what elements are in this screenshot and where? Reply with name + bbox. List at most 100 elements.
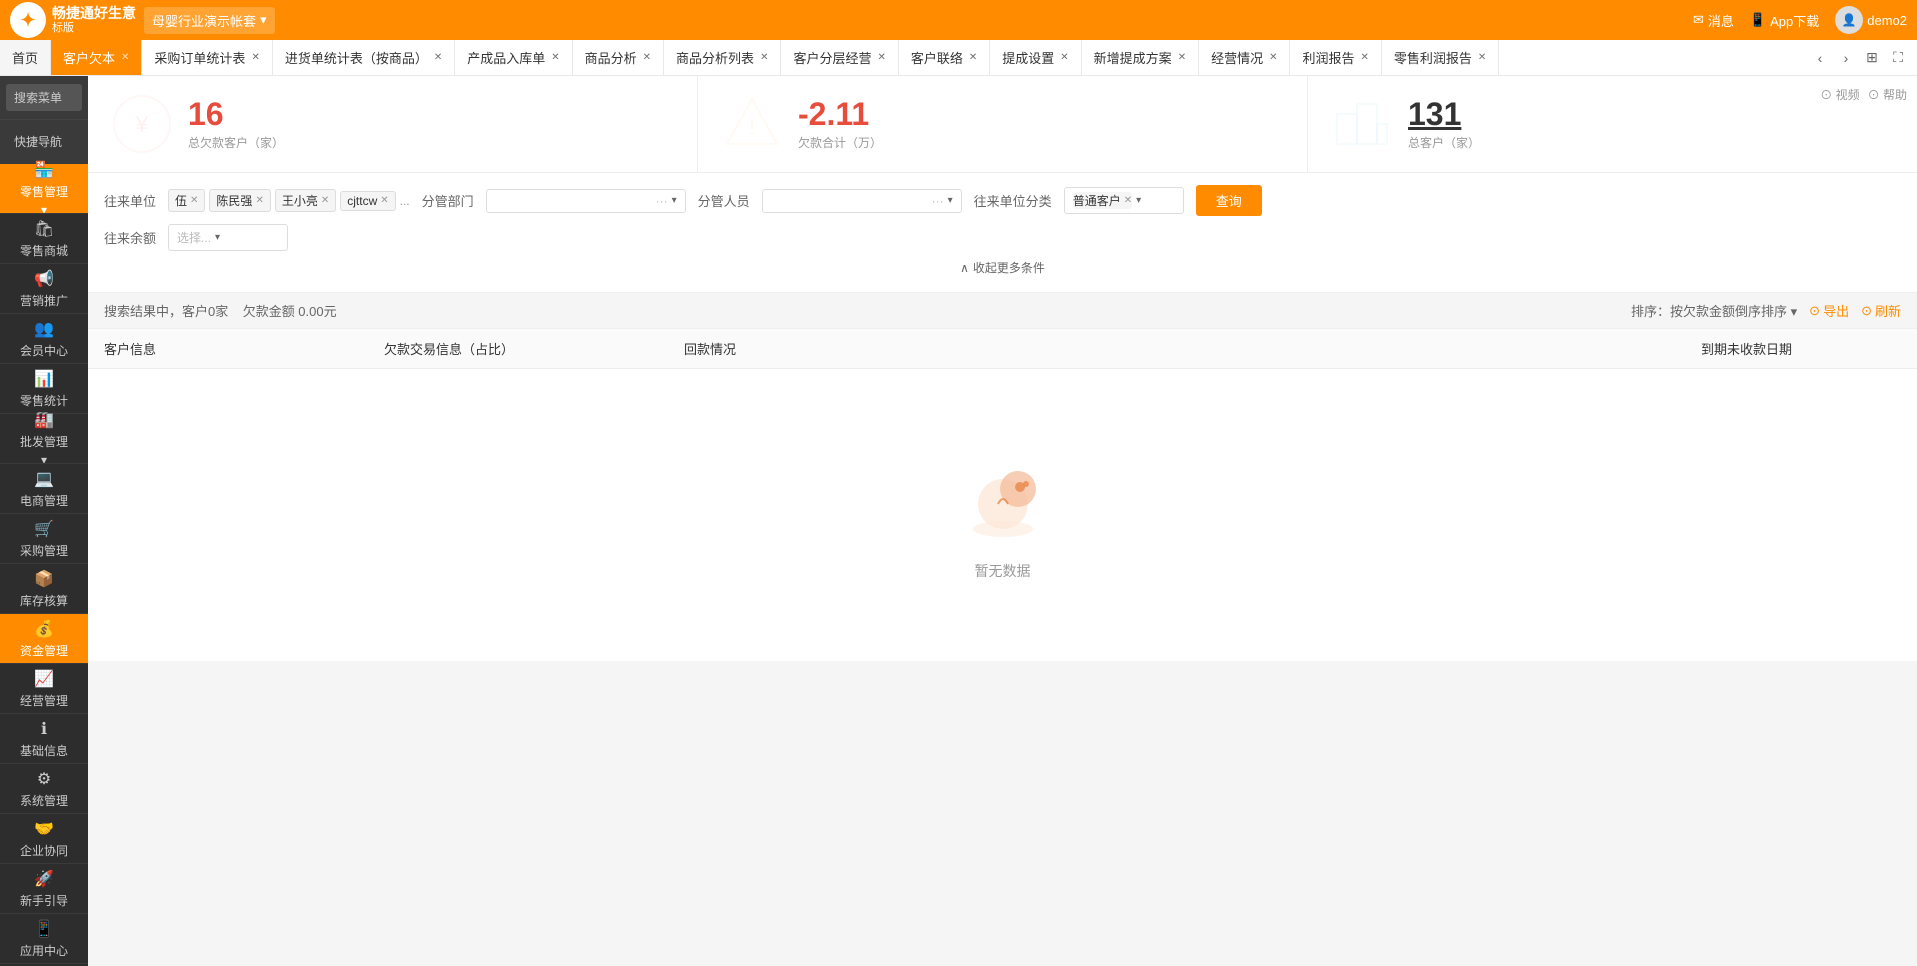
filter-tag-wu-remove[interactable]: ✕ [190, 195, 198, 206]
stat-value-customers: 16 [188, 98, 284, 130]
stat-content-customers: 16 总欠款客户（家） [188, 98, 284, 151]
logo-text: 畅捷通好生意 标版 [52, 5, 136, 35]
store-selector[interactable]: 母婴行业演示帐套 ▾ [144, 7, 275, 34]
sidebar-item-member-center[interactable]: 👥 会员中心 [0, 313, 88, 363]
sidebar-item-retail-mall[interactable]: 🛍 零售商城 [0, 213, 88, 263]
tab-profit-report-close[interactable]: ✕ [1361, 52, 1369, 63]
tab-profit-report[interactable]: 利润报告 ✕ [1290, 40, 1381, 76]
app-download-btn[interactable]: 📱 App下载 [1750, 11, 1819, 30]
logo-icon: ✦ [10, 2, 46, 38]
filter-tag-cjttcw-remove[interactable]: ✕ [380, 195, 388, 206]
sidebar-item-basic-info[interactable]: ℹ 基础信息 [0, 713, 88, 763]
tab-customer-debt[interactable]: 客户欠本 ✕ [51, 40, 142, 76]
empty-icon [953, 449, 1053, 549]
sidebar-item-inventory[interactable]: 📦 库存核算 [0, 563, 88, 613]
dept-select-dots: ··· [656, 194, 668, 208]
tab-commission-settings-close[interactable]: ✕ [1060, 52, 1068, 63]
sidebar-quick-nav-section: 快捷导航 [0, 119, 88, 163]
message-btn[interactable]: ✉ 消息 [1693, 11, 1734, 30]
tab-product-analysis-close[interactable]: ✕ [643, 52, 651, 63]
tab-production-inbound-close[interactable]: ✕ [551, 52, 559, 63]
tab-customer-contact-close[interactable]: ✕ [969, 52, 977, 63]
query-button[interactable]: 查询 [1196, 185, 1262, 216]
tab-purchase-order-stats[interactable]: 采购订单统计表 ✕ [142, 40, 272, 76]
tab-next-btn[interactable]: › [1835, 47, 1857, 69]
filter-tag-wang-label: 王小亮 [282, 192, 318, 209]
tab-expand-btn[interactable]: ⊞ [1861, 47, 1883, 69]
tab-fullscreen-btn[interactable]: ⛶ [1887, 47, 1909, 69]
refresh-btn[interactable]: ⊙ 刷新 [1861, 301, 1901, 320]
refresh-icon: ⊙ [1861, 303, 1872, 319]
stat-card-customers: ¥ 16 总欠款客户（家） [88, 76, 698, 172]
marketing-icon: 📢 [34, 269, 54, 289]
filter-tag-chen-label: 陈民强 [216, 192, 252, 209]
username: demo2 [1867, 13, 1907, 28]
tab-retail-profit[interactable]: 零售利润报告 ✕ [1382, 40, 1499, 76]
logo-sub: 标版 [52, 22, 136, 35]
sidebar-item-member-center-label: 会员中心 [20, 342, 68, 359]
tab-add-commission[interactable]: 新增提成方案 ✕ [1082, 40, 1199, 76]
quick-nav-btn[interactable]: 快捷导航 [6, 128, 82, 155]
tab-customer-contact[interactable]: 客户联络 ✕ [899, 40, 990, 76]
tab-customer-debt-close[interactable]: ✕ [121, 52, 129, 63]
tab-production-inbound[interactable]: 产成品入库单 ✕ [455, 40, 572, 76]
sidebar-item-operations-label: 经营管理 [20, 692, 68, 709]
sidebar-item-finance[interactable]: 💰 资金管理 [0, 613, 88, 663]
tab-customer-layer-close[interactable]: ✕ [877, 52, 885, 63]
tab-product-analysis[interactable]: 商品分析 ✕ [573, 40, 664, 76]
sidebar-item-enterprise-collab[interactable]: 🤝 企业协同 [0, 813, 88, 863]
balance-select[interactable]: 选择... ▾ [168, 224, 288, 251]
sidebar-item-marketing[interactable]: 📢 营销推广 [0, 263, 88, 313]
filter-tag-cjttcw: cjttcw ✕ [340, 191, 395, 211]
stat-value-total: 131 [1408, 98, 1480, 130]
sidebar-item-wholesale-mgmt[interactable]: 🏭 批发管理 ▾ [0, 413, 88, 463]
results-info: 搜索结果中，客户0家 欠款金额 0.00元 [104, 301, 337, 320]
tab-product-analysis-list[interactable]: 商品分析列表 ✕ [664, 40, 781, 76]
filter-more-btn[interactable]: ... [400, 194, 410, 208]
tab-add-commission-close[interactable]: ✕ [1178, 52, 1186, 63]
user-menu[interactable]: 👤 demo2 [1835, 6, 1907, 34]
sidebar-item-ecommerce[interactable]: 💻 电商管理 [0, 463, 88, 513]
search-menu-btn[interactable]: 搜索菜单 [6, 84, 82, 111]
category-chevron-icon: ▾ [1136, 195, 1141, 206]
filter-tag-chen-remove[interactable]: ✕ [255, 195, 263, 206]
sidebar-item-purchase[interactable]: 🛒 采购管理 [0, 513, 88, 563]
sidebar-item-retail-mgmt[interactable]: 🏪 零售管理 ▾ [0, 163, 88, 213]
person-chevron-icon: ▾ [948, 195, 953, 206]
category-tag-label: 普通客户 [1073, 192, 1121, 209]
tab-purchase-order-stats-close[interactable]: ✕ [251, 52, 259, 63]
sidebar-item-basic-info-label: 基础信息 [20, 742, 68, 759]
logo-area: ✦ 畅捷通好生意 标版 [10, 2, 136, 38]
sidebar: 搜索菜单 快捷导航 🏪 零售管理 ▾ 🛍 零售商城 📢 营销推广 👥 会员中心 [0, 76, 88, 966]
video-link[interactable]: ⊙ 视频 [1820, 86, 1859, 103]
tab-commission-settings[interactable]: 提成设置 ✕ [990, 40, 1081, 76]
sidebar-item-system[interactable]: ⚙ 系统管理 [0, 763, 88, 813]
tab-operations-close[interactable]: ✕ [1269, 52, 1277, 63]
dept-select[interactable]: ··· ▾ [486, 189, 686, 213]
filter-tag-wang-remove[interactable]: ✕ [321, 195, 329, 206]
tab-inbound-stats-close[interactable]: ✕ [434, 52, 442, 63]
sidebar-item-new-guide[interactable]: 🚀 新手引导 [0, 863, 88, 913]
logo-main: 畅捷通好生意 [52, 5, 136, 22]
dept-label: 分管部门 [422, 191, 474, 210]
tab-inbound-stats[interactable]: 进货单统计表（按商品） ✕ [273, 40, 455, 76]
sidebar-item-marketing-label: 营销推广 [20, 292, 68, 309]
tab-customer-layer[interactable]: 客户分层经营 ✕ [781, 40, 898, 76]
export-btn[interactable]: ⊙ 导出 [1809, 301, 1849, 320]
tab-product-analysis-list-close[interactable]: ✕ [760, 52, 768, 63]
sidebar-item-retail-stats[interactable]: 📊 零售统计 [0, 363, 88, 413]
person-select-dots: ··· [932, 194, 944, 208]
top-bar: ✦ 畅捷通好生意 标版 母婴行业演示帐套 ▾ ✉ 消息 📱 App下载 👤 [0, 0, 1917, 40]
tab-prev-btn[interactable]: ‹ [1809, 47, 1831, 69]
category-tag-remove[interactable]: ✕ [1124, 195, 1132, 206]
tab-operations[interactable]: 经营情况 ✕ [1199, 40, 1290, 76]
sidebar-item-app-center[interactable]: 📱 应用中心 [0, 913, 88, 963]
tab-home[interactable]: 首页 [0, 40, 51, 76]
tab-retail-profit-close[interactable]: ✕ [1478, 52, 1486, 63]
help-link[interactable]: ⊙ 帮助 [1868, 86, 1907, 103]
sidebar-item-operations[interactable]: 📈 经营管理 [0, 663, 88, 713]
person-select[interactable]: ··· ▾ [762, 189, 962, 213]
tab-product-analysis-list-label: 商品分析列表 [676, 48, 754, 67]
collapse-btn[interactable]: ∧ 收起更多条件 [960, 259, 1045, 276]
category-select[interactable]: 普通客户 ✕ ▾ [1064, 187, 1184, 214]
